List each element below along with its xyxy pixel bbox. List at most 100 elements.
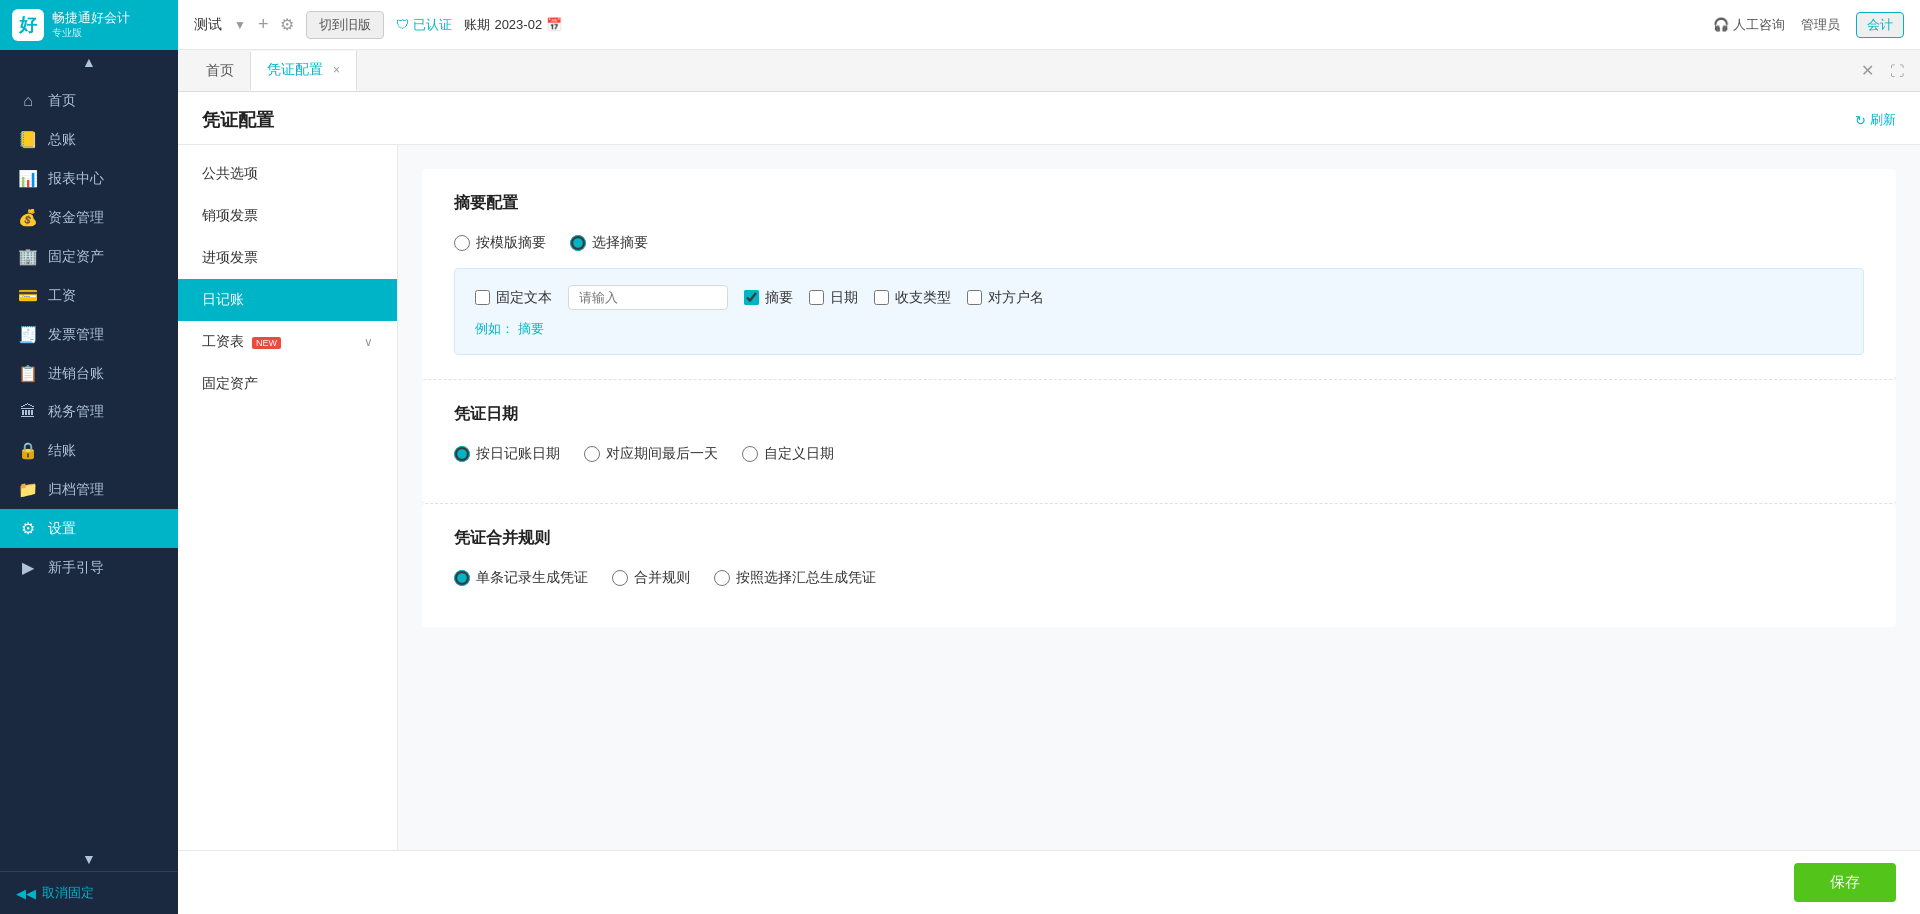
section-summary-title: 摘要配置 — [454, 193, 1864, 214]
sidebar-scroll-up[interactable]: ▲ — [0, 50, 178, 74]
topbar-right: 🎧 人工咨询 管理员 会计 — [1713, 12, 1904, 38]
summary-options-row: 固定文本 摘要 日期 — [475, 285, 1843, 310]
income-type-checkbox[interactable] — [874, 290, 889, 305]
tab-home[interactable]: 首页 — [190, 52, 251, 90]
section-merge: 凭证合并规则 单条记录生成凭证 合并规则 按照选择汇总生成凭证 — [422, 504, 1896, 627]
refresh-btn[interactable]: ↻ 刷新 — [1855, 111, 1896, 141]
summary-template-radio[interactable] — [454, 235, 470, 251]
sidebar-header: 好 畅捷通好会计 专业版 — [0, 0, 178, 50]
tab-voucher-config[interactable]: 凭证配置 × — [251, 51, 357, 91]
sidebar-item-report[interactable]: 📊 报表中心 — [0, 159, 178, 198]
tab-close-icon[interactable]: × — [333, 63, 340, 77]
page-body: 公共选项 销项发票 进项发票 日记账 工资表 NEW — [178, 145, 1920, 850]
left-nav-item-payroll[interactable]: 工资表 NEW ∨ — [178, 321, 397, 363]
merge-single-option[interactable]: 单条记录生成凭证 — [454, 569, 588, 587]
tabbar-actions: ✕ ⛶ — [1857, 57, 1908, 84]
tax-icon: 🏛 — [18, 403, 38, 421]
sidebar-item-guide[interactable]: ▶ 新手引导 — [0, 548, 178, 587]
left-nav-item-sales-invoice[interactable]: 销项发票 — [178, 195, 397, 237]
salary-icon: 💳 — [18, 286, 38, 305]
refresh-icon: ↻ — [1855, 113, 1866, 128]
summary-template-option[interactable]: 按模版摘要 — [454, 234, 546, 252]
fixed-text-option[interactable]: 固定文本 — [475, 289, 552, 307]
income-type-option[interactable]: 收支类型 — [874, 289, 951, 307]
date-journal-option[interactable]: 按日记账日期 — [454, 445, 560, 463]
date-checkbox-option[interactable]: 日期 — [809, 289, 858, 307]
left-nav-item-journal[interactable]: 日记账 — [178, 279, 397, 321]
date-journal-radio[interactable] — [454, 446, 470, 462]
date-checkbox[interactable] — [809, 290, 824, 305]
calendar-icon[interactable]: 📅 — [546, 17, 562, 32]
trade-icon: 📋 — [18, 364, 38, 383]
summary-checkbox-option[interactable]: 摘要 — [744, 289, 793, 307]
fixed-text-input[interactable] — [568, 285, 728, 310]
sidebar-nav: ⌂ 首页 📒 总账 📊 报表中心 💰 资金管理 🏢 固定资产 💳 工资 🧾 发票… — [0, 74, 178, 847]
section-merge-title: 凭证合并规则 — [454, 528, 1864, 549]
counterparty-checkbox[interactable] — [967, 290, 982, 305]
sidebar-item-settings[interactable]: ⚙ 设置 — [0, 509, 178, 548]
section-date-title: 凭证日期 — [454, 404, 1864, 425]
sidebar-item-asset[interactable]: 🏢 固定资产 — [0, 237, 178, 276]
counterparty-option[interactable]: 对方户名 — [967, 289, 1044, 307]
summary-detail-box: 固定文本 摘要 日期 — [454, 268, 1864, 355]
settings-icon: ⚙ — [18, 519, 38, 538]
app-name: 畅捷通好会计 — [52, 10, 130, 26]
expand-icon[interactable]: ⛶ — [1886, 59, 1908, 83]
sidebar-item-fund[interactable]: 💰 资金管理 — [0, 198, 178, 237]
close-accounts-icon: 🔒 — [18, 441, 38, 460]
summary-select-option[interactable]: 选择摘要 — [570, 234, 648, 252]
close-window-icon[interactable]: ✕ — [1857, 57, 1878, 84]
shield-icon: 🛡 — [396, 17, 409, 32]
asset-icon: 🏢 — [18, 247, 38, 266]
left-nav: 公共选项 销项发票 进项发票 日记账 工资表 NEW — [178, 145, 398, 850]
ledger-icon: 📒 — [18, 130, 38, 149]
verified-status: 🛡 已认证 — [396, 16, 452, 34]
date-last-day-option[interactable]: 对应期间最后一天 — [584, 445, 718, 463]
summary-checkbox[interactable] — [744, 290, 759, 305]
summary-select-radio[interactable] — [570, 235, 586, 251]
company-dropdown-icon[interactable]: ▼ — [234, 18, 246, 32]
report-icon: 📊 — [18, 169, 38, 188]
role-btn[interactable]: 会计 — [1856, 12, 1904, 38]
archive-icon: 📁 — [18, 480, 38, 499]
tabbar: 首页 凭证配置 × ✕ ⛶ — [178, 50, 1920, 92]
sidebar-item-tax[interactable]: 🏛 税务管理 — [0, 393, 178, 431]
sidebar-item-trade[interactable]: 📋 进销台账 — [0, 354, 178, 393]
merge-rule-option[interactable]: 合并规则 — [612, 569, 690, 587]
fund-icon: 💰 — [18, 208, 38, 227]
left-nav-item-purchase-invoice[interactable]: 进项发票 — [178, 237, 397, 279]
sidebar-item-close[interactable]: 🔒 结账 — [0, 431, 178, 470]
add-company-icon[interactable]: + — [258, 14, 269, 35]
page-title: 凭证配置 — [202, 108, 274, 144]
merge-single-radio[interactable] — [454, 570, 470, 586]
sidebar-item-archive[interactable]: 📁 归档管理 — [0, 470, 178, 509]
period-display: 账期 2023-02 📅 — [464, 16, 562, 34]
merge-rule-radio[interactable] — [612, 570, 628, 586]
page-header: 凭证配置 ↻ 刷新 — [178, 92, 1920, 145]
app-edition: 专业版 — [52, 26, 130, 40]
cancel-fixed-btn[interactable]: ◀◀ 取消固定 — [0, 871, 178, 914]
sidebar-item-home[interactable]: ⌂ 首页 — [0, 82, 178, 120]
guide-icon: ▶ — [18, 558, 38, 577]
sidebar-item-ledger[interactable]: 📒 总账 — [0, 120, 178, 159]
main-area: 测试 ▼ + ⚙ 切到旧版 🛡 已认证 账期 2023-02 📅 🎧 人工咨询 … — [178, 0, 1920, 914]
support-btn[interactable]: 🎧 人工咨询 — [1713, 16, 1785, 34]
left-nav-item-public[interactable]: 公共选项 — [178, 153, 397, 195]
sidebar-item-invoice[interactable]: 🧾 发票管理 — [0, 315, 178, 354]
headset-icon: 🎧 — [1713, 17, 1729, 32]
section-date: 凭证日期 按日记账日期 对应期间最后一天 自定义日期 — [422, 380, 1896, 504]
admin-label: 管理员 — [1801, 16, 1840, 34]
save-button[interactable]: 保存 — [1794, 863, 1896, 902]
date-custom-radio[interactable] — [742, 446, 758, 462]
date-last-day-radio[interactable] — [584, 446, 600, 462]
company-name: 测试 — [194, 16, 222, 34]
merge-summary-option[interactable]: 按照选择汇总生成凭证 — [714, 569, 876, 587]
merge-summary-radio[interactable] — [714, 570, 730, 586]
fixed-text-checkbox[interactable] — [475, 290, 490, 305]
switch-version-btn[interactable]: 切到旧版 — [306, 11, 384, 39]
sidebar-item-salary[interactable]: 💳 工资 — [0, 276, 178, 315]
sidebar-scroll-down[interactable]: ▼ — [0, 847, 178, 871]
left-nav-item-fixed-assets[interactable]: 固定资产 — [178, 363, 397, 405]
date-custom-option[interactable]: 自定义日期 — [742, 445, 834, 463]
company-settings-icon[interactable]: ⚙ — [280, 15, 294, 34]
